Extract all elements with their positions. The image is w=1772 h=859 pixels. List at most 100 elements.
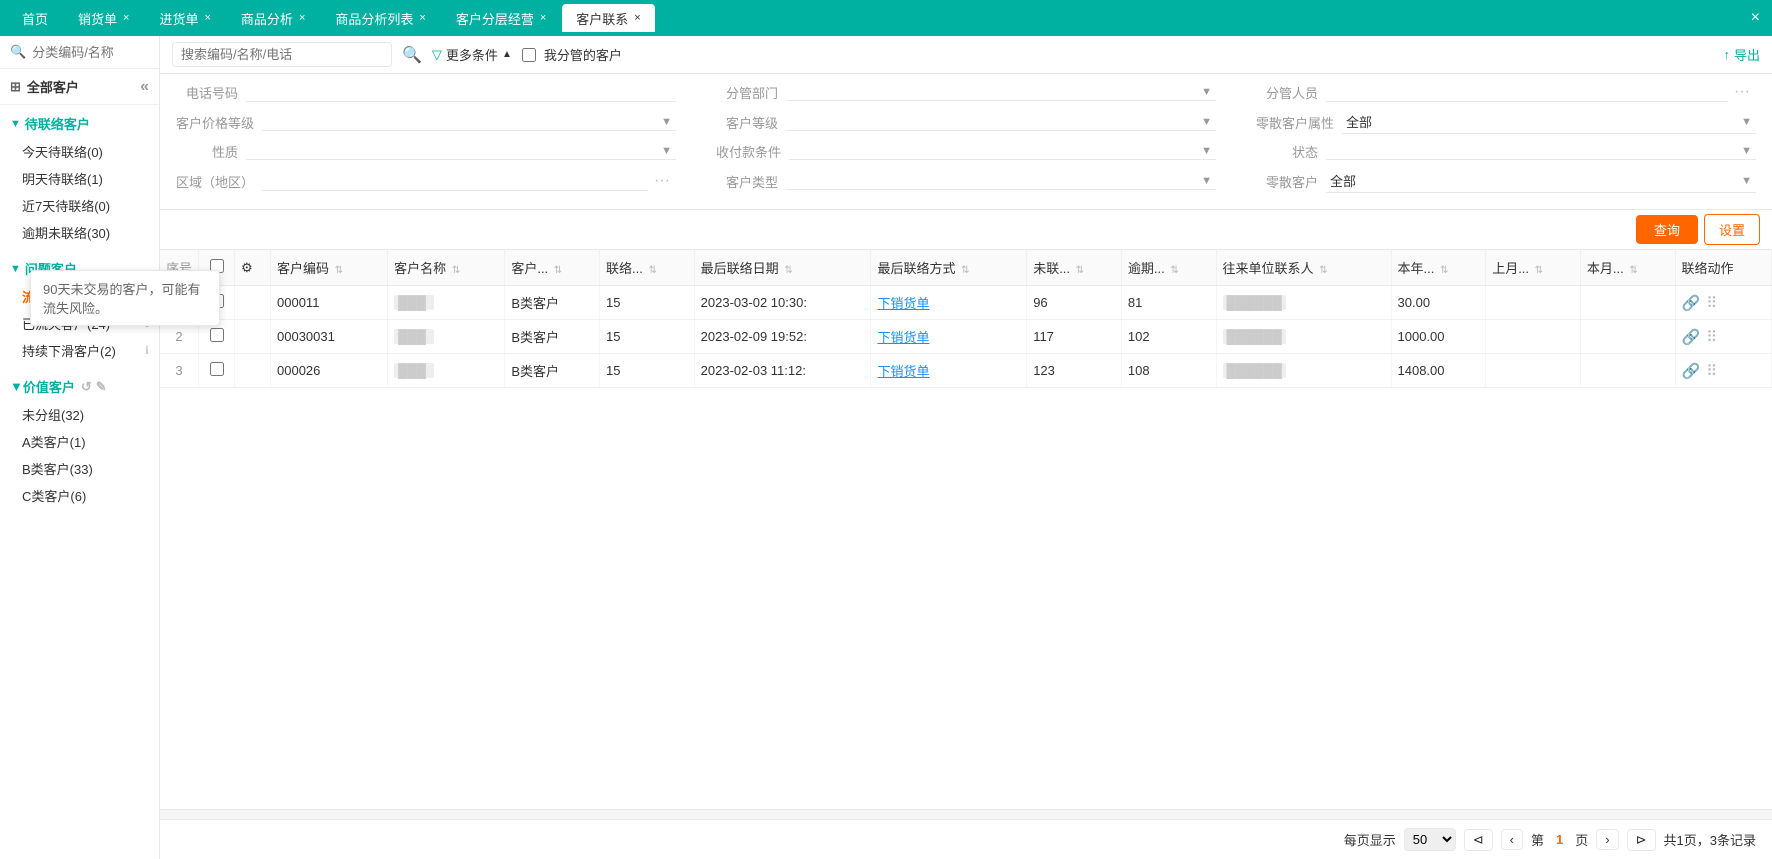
nature-select[interactable]: ▼ <box>246 143 676 160</box>
col-this-month-sort-icon[interactable]: ⇅ <box>1629 265 1637 276</box>
customer-segment-tab-label: 客户分层经营 <box>456 9 534 28</box>
collapse-sidebar-icon[interactable]: « <box>140 78 149 96</box>
table-header-row: 序号 ⚙ 客户编码 ⇅ 客户名称 ⇅ 客户... ⇅ <box>160 250 1772 286</box>
sidebar-section-value-title[interactable]: ▼ 价值客户 ↺ ✎ <box>0 372 159 401</box>
row3-checkbox[interactable] <box>210 362 224 376</box>
retail-attr-select[interactable]: 全部 ▼ <box>1342 110 1756 134</box>
dept-select[interactable]: ▼ <box>786 84 1216 101</box>
col-last-date-sort-icon[interactable]: ⇅ <box>784 265 792 276</box>
filter-more-button[interactable]: ▽ 更多条件 ▲ <box>432 45 512 64</box>
refresh-icon[interactable]: ↺ <box>81 379 92 395</box>
sidebar-item-class-a[interactable]: A类客户(1) <box>0 428 159 455</box>
manager-dots-icon[interactable]: ··· <box>1728 83 1756 101</box>
my-customers-checkbox[interactable] <box>522 48 536 62</box>
close-purchase-tab-icon[interactable]: × <box>204 12 210 24</box>
tab-product-analysis-list[interactable]: 商品分析列表 × <box>321 4 439 32</box>
manager-label: 分管人员 <box>1256 83 1326 102</box>
tab-home[interactable]: 首页 <box>8 4 62 32</box>
tab-customer-segment[interactable]: 客户分层经营 × <box>442 4 560 32</box>
tab-purchase[interactable]: 进货单 × <box>145 4 224 32</box>
sidebar-item-today-pending[interactable]: 今天待联络(0) <box>0 138 159 165</box>
col-overdue-sort-icon[interactable]: ⇅ <box>1170 265 1178 276</box>
first-page-button[interactable]: ⊲ <box>1464 829 1493 851</box>
customer-type-select[interactable]: ▼ <box>786 173 1216 190</box>
adv-filter-row-4: 区域（地区） ··· 客户类型 ▼ 零散客户 全部 <box>176 169 1756 193</box>
tab-sales[interactable]: 销货单 × <box>64 4 143 32</box>
advanced-filter-panel: 电话号码 分管部门 ▼ 分管人员 ··· <box>160 74 1772 210</box>
row2-checkbox[interactable] <box>210 328 224 342</box>
manager-input[interactable] <box>1326 82 1728 102</box>
horizontal-scrollbar[interactable] <box>160 809 1772 819</box>
sidebar-item-ungroup[interactable]: 未分组(32) <box>0 401 159 428</box>
row2-type: B类客户 <box>505 320 600 354</box>
row1-more-icon[interactable]: ⠿ <box>1706 294 1717 312</box>
row3-uncontacted: 123 <box>1027 354 1122 388</box>
filter-search-button[interactable]: 🔍 <box>402 45 422 65</box>
next-page-button[interactable]: › <box>1596 829 1618 850</box>
prev-page-button[interactable]: ‹ <box>1501 829 1523 850</box>
col-name-sort-icon[interactable]: ⇅ <box>452 265 460 276</box>
row1-last-way-link[interactable]: 下销货单 <box>877 296 929 311</box>
region-input[interactable] <box>262 171 648 191</box>
last-page-button[interactable]: ⊳ <box>1627 829 1656 851</box>
sidebar-search-input[interactable] <box>32 45 149 60</box>
tab-product-analysis[interactable]: 商品分析 × <box>227 4 319 32</box>
col-type-sort-icon[interactable]: ⇅ <box>554 265 562 276</box>
sidebar-item-declining[interactable]: 持续下滑客户(2) ℹ <box>0 337 159 364</box>
filter-my-customers[interactable]: 我分管的客户 <box>522 45 622 64</box>
col-last-month-sort-icon[interactable]: ⇅ <box>1535 265 1543 276</box>
close-product-analysis-tab-icon[interactable]: × <box>299 12 305 24</box>
sidebar-all-customers[interactable]: ⊞ 全部客户 « <box>0 69 159 105</box>
price-grade-select[interactable]: ▼ <box>262 114 676 131</box>
customer-table: 序号 ⚙ 客户编码 ⇅ 客户名称 ⇅ 客户... ⇅ <box>160 250 1772 388</box>
col-contacts-sort-icon[interactable]: ⇅ <box>1319 265 1327 276</box>
row1-actions: 🔗 ⠿ <box>1675 286 1771 320</box>
close-all-button[interactable]: × <box>1747 5 1764 31</box>
row3-more-icon[interactable]: ⠿ <box>1706 362 1717 380</box>
col-uncontacted-sort-icon[interactable]: ⇅ <box>1076 265 1084 276</box>
col-header-setting[interactable]: ⚙ <box>235 250 271 286</box>
col-header-contacts: 往来单位联系人 ⇅ <box>1216 250 1391 286</box>
sidebar-item-tomorrow-pending[interactable]: 明天待联络(1) <box>0 165 159 192</box>
col-this-year-sort-icon[interactable]: ⇅ <box>1440 265 1448 276</box>
row2-last-month <box>1486 320 1581 354</box>
payment-select[interactable]: ▼ <box>789 143 1216 160</box>
row3-link-icon[interactable]: 🔗 <box>1682 362 1701 380</box>
row1-link-icon[interactable]: 🔗 <box>1682 294 1701 312</box>
row2-link-icon[interactable]: 🔗 <box>1682 328 1701 346</box>
sidebar-item-class-c[interactable]: C类客户(6) <box>0 482 159 509</box>
row2-last-way-link[interactable]: 下销货单 <box>877 330 929 345</box>
col-contact-sort-icon[interactable]: ⇅ <box>648 265 656 276</box>
close-product-analysis-list-tab-icon[interactable]: × <box>419 12 425 24</box>
row2-name-blur: ███ <box>394 329 434 344</box>
region-dots-icon[interactable]: ··· <box>648 172 676 190</box>
export-button[interactable]: ↑ 导出 <box>1723 45 1760 64</box>
row1-this-year: 30.00 <box>1391 286 1486 320</box>
per-page-select[interactable]: 50 100 200 <box>1404 828 1456 851</box>
row3-last-way-link[interactable]: 下销货单 <box>877 364 929 379</box>
customer-grade-select[interactable]: ▼ <box>786 114 1216 131</box>
col-contacts-label: 往来单位联系人 <box>1223 261 1314 276</box>
close-sales-tab-icon[interactable]: × <box>123 12 129 24</box>
tab-customer-contact[interactable]: 客户联系 × <box>562 4 654 32</box>
row2-more-icon[interactable]: ⠿ <box>1706 328 1717 346</box>
row1-contacts-blur: ██████ <box>1223 295 1286 310</box>
sidebar-section-pending-title[interactable]: ▼ 待联络客户 <box>0 109 159 138</box>
row2-contacts-blur: ██████ <box>1223 329 1286 344</box>
close-customer-contact-tab-icon[interactable]: × <box>634 12 640 24</box>
filter-search-input[interactable] <box>172 42 392 67</box>
edit-icon[interactable]: ✎ <box>96 379 107 395</box>
sidebar-item-class-b[interactable]: B类客户(33) <box>0 455 159 482</box>
status-select[interactable]: ▼ <box>1326 143 1756 160</box>
settings-button[interactable]: 设置 <box>1704 214 1760 245</box>
phone-input[interactable] <box>246 82 676 102</box>
sidebar-item-7days-pending[interactable]: 近7天待联络(0) <box>0 192 159 219</box>
col-last-way-sort-icon[interactable]: ⇅ <box>961 265 969 276</box>
close-customer-segment-tab-icon[interactable]: × <box>540 12 546 24</box>
sidebar-item-overdue-contact[interactable]: 逾期未联络(30) <box>0 219 159 246</box>
query-button[interactable]: 查询 <box>1636 215 1698 244</box>
row3-overdue: 108 <box>1121 354 1216 388</box>
retail-customer-select[interactable]: 全部 ▼ <box>1326 169 1756 193</box>
col-code-sort-icon[interactable]: ⇅ <box>335 265 343 276</box>
retail-customer-value: 全部 <box>1330 171 1356 190</box>
